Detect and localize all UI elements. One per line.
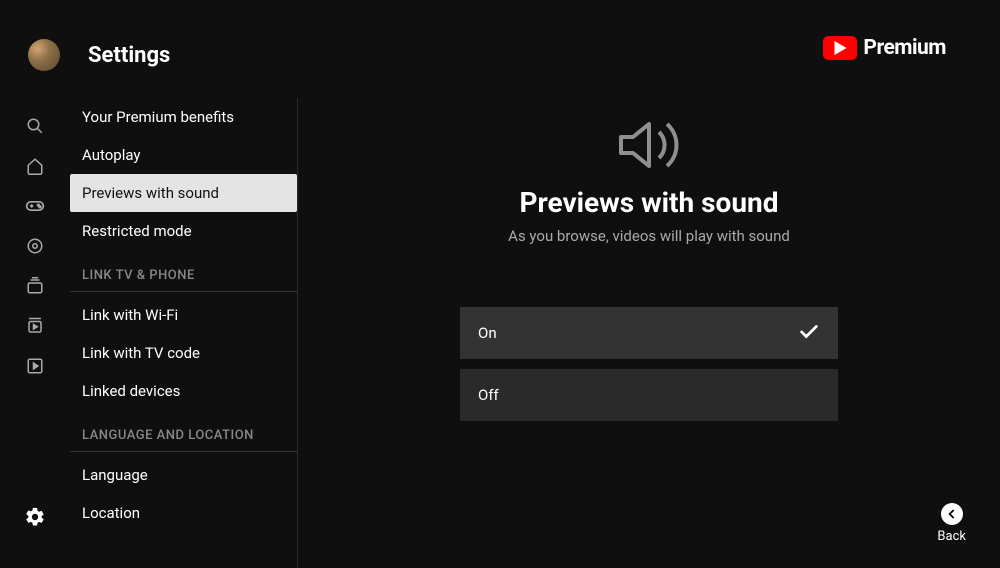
- section-header-link: LINK TV & PHONE: [70, 250, 297, 292]
- play-icon: [0, 346, 70, 386]
- option-on-label: On: [478, 324, 497, 342]
- settings-sidebar: Your Premium benefits Autoplay Previews …: [70, 98, 298, 568]
- main-title: Previews with sound: [298, 186, 1000, 219]
- sidebar-item-link-wifi[interactable]: Link with Wi-Fi: [70, 296, 297, 334]
- sidebar-item-location[interactable]: Location: [70, 494, 297, 532]
- option-on[interactable]: On: [460, 307, 838, 359]
- avatar[interactable]: [28, 39, 60, 71]
- page-title: Settings: [88, 43, 170, 68]
- live-icon: [0, 226, 70, 266]
- search-icon: [0, 106, 70, 146]
- sound-icon: [617, 120, 681, 170]
- sidebar-item-linked-devices[interactable]: Linked devices: [70, 372, 297, 410]
- premium-badge: Premium: [823, 36, 946, 60]
- library-icon: [0, 306, 70, 346]
- premium-label: Premium: [863, 36, 946, 60]
- sidebar-item-previews-with-sound[interactable]: Previews with sound: [70, 174, 297, 212]
- back-button[interactable]: Back: [937, 503, 966, 544]
- youtube-logo-icon: [823, 36, 857, 60]
- option-off[interactable]: Off: [460, 369, 838, 421]
- sidebar-item-premium-benefits[interactable]: Your Premium benefits: [70, 98, 297, 136]
- gear-icon[interactable]: [24, 506, 46, 532]
- back-label: Back: [937, 529, 966, 544]
- sidebar-item-link-tv-code[interactable]: Link with TV code: [70, 334, 297, 372]
- sidebar-item-language[interactable]: Language: [70, 456, 297, 494]
- sidebar-item-restricted-mode[interactable]: Restricted mode: [70, 212, 297, 250]
- main-subtitle: As you browse, videos will play with sou…: [298, 227, 1000, 245]
- back-icon: [941, 503, 963, 525]
- subscriptions-icon: [0, 266, 70, 306]
- home-icon: [0, 146, 70, 186]
- section-header-lang: LANGUAGE AND LOCATION: [70, 410, 297, 452]
- main-panel: Previews with sound As you browse, video…: [298, 98, 1000, 568]
- check-icon: [798, 320, 820, 346]
- gaming-icon: [0, 186, 70, 226]
- sidebar-item-autoplay[interactable]: Autoplay: [70, 136, 297, 174]
- option-off-label: Off: [478, 386, 499, 404]
